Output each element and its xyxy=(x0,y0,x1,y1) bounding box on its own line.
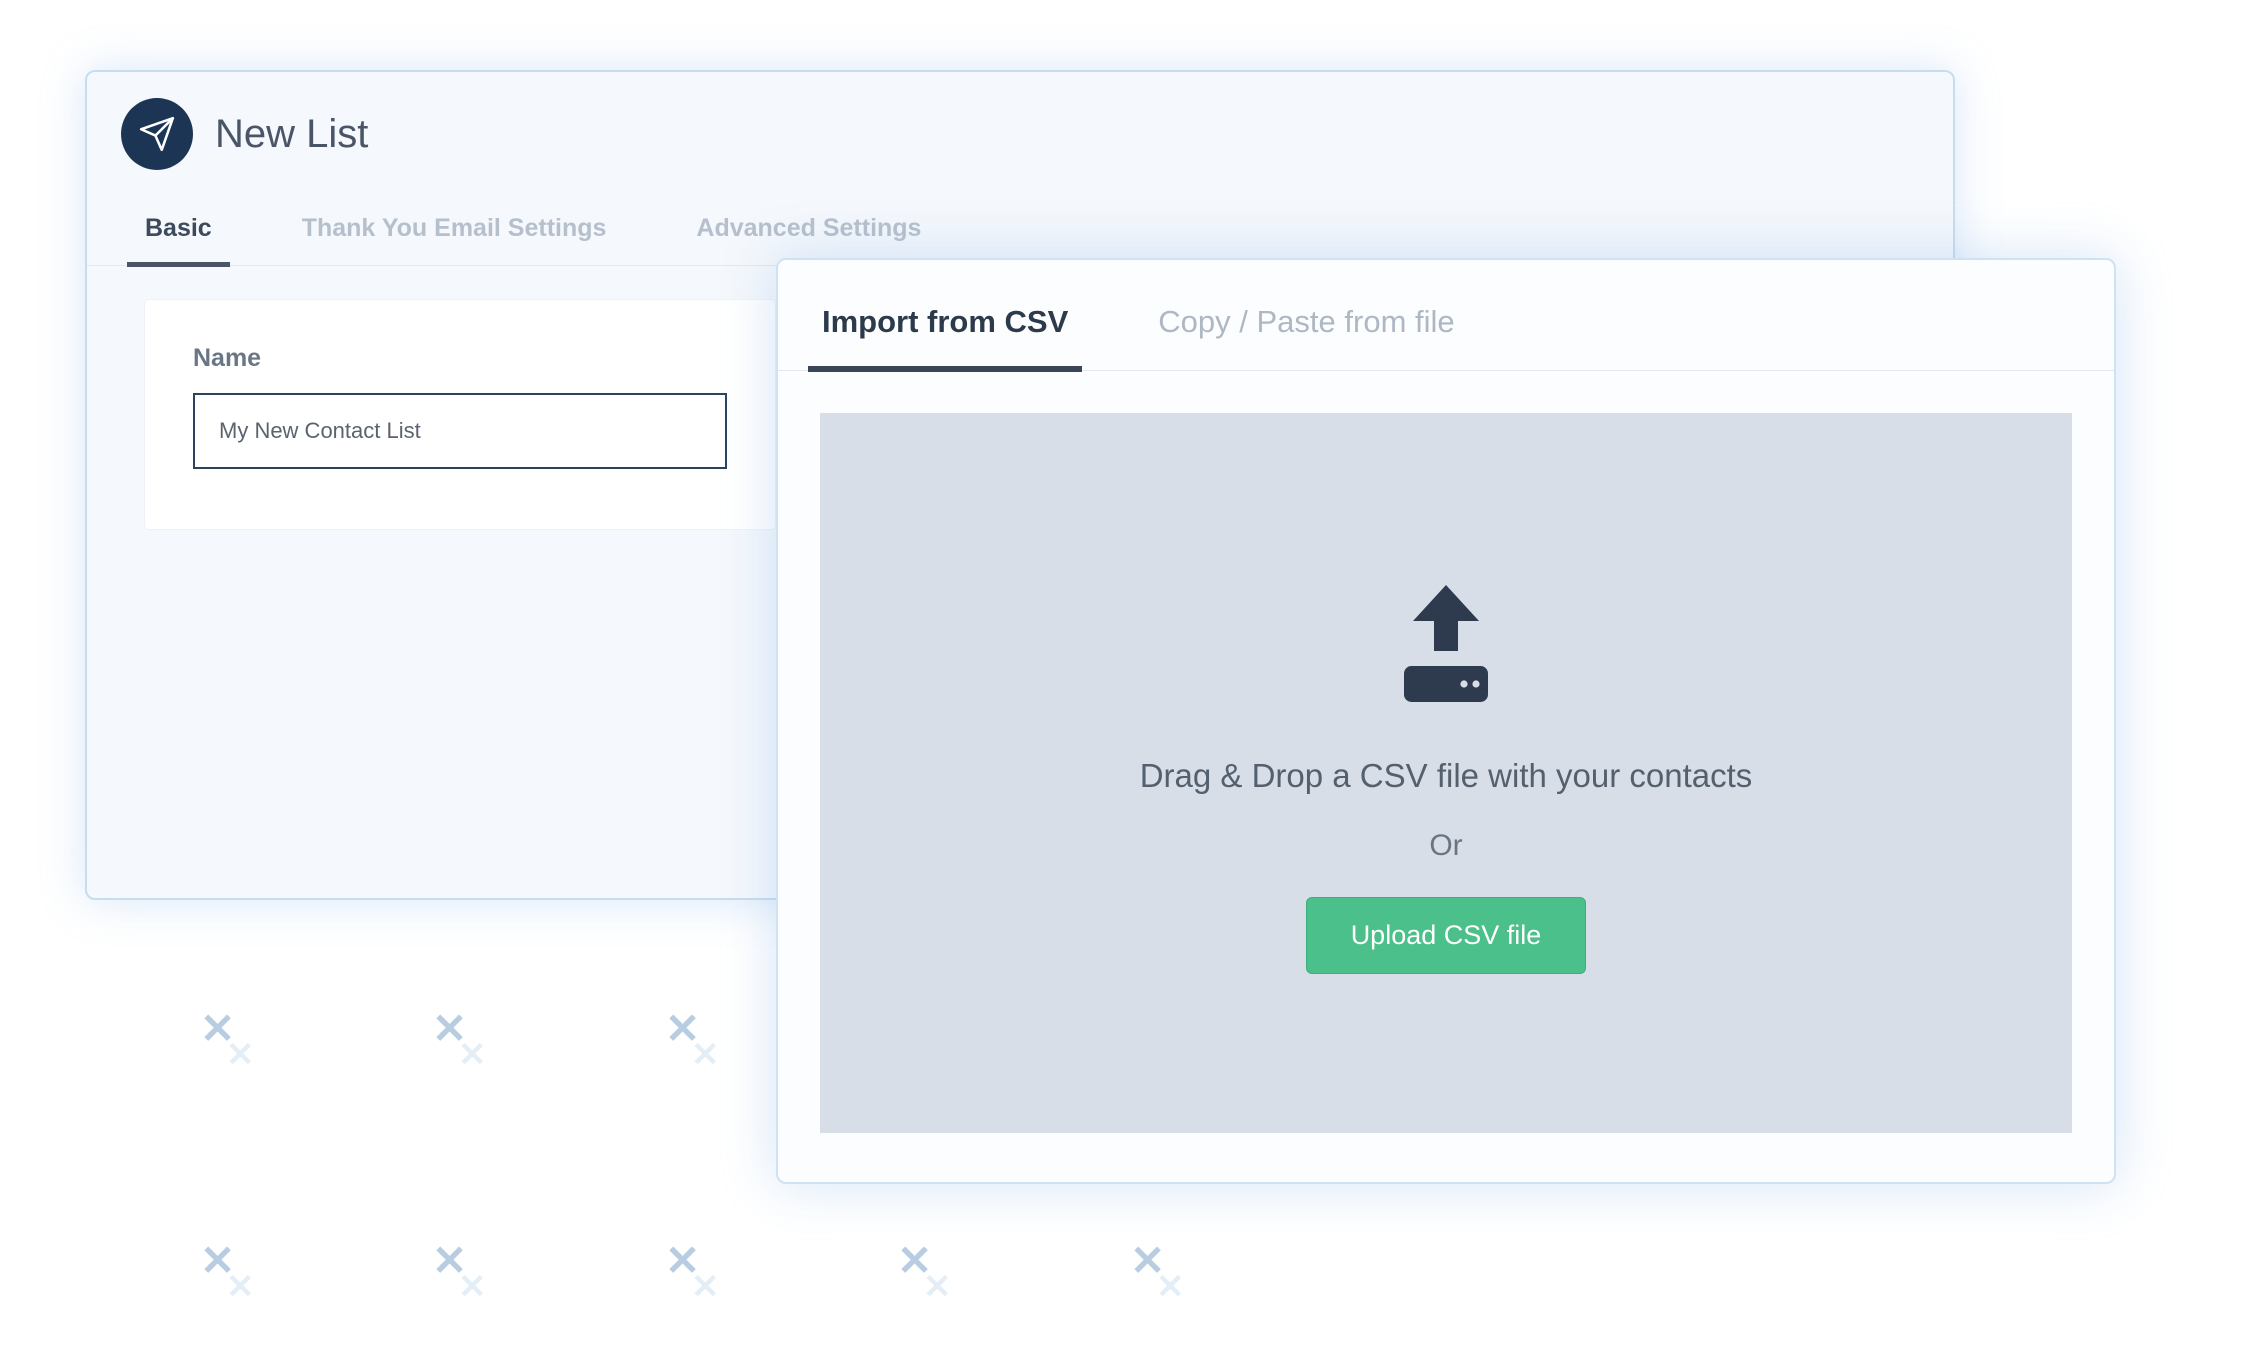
page-title: New List xyxy=(215,112,368,157)
new-list-header: New List xyxy=(87,72,1953,192)
new-list-tabs: Basic Thank You Email Settings Advanced … xyxy=(87,192,1953,266)
basic-form-panel: Name xyxy=(145,300,775,529)
upload-csv-button[interactable]: Upload CSV file xyxy=(1306,897,1587,974)
dropzone-primary-text: Drag & Drop a CSV file with your contact… xyxy=(1140,757,1753,795)
csv-dropzone[interactable]: Drag & Drop a CSV file with your contact… xyxy=(820,413,2072,1133)
import-tabs: Import from CSV Copy / Paste from file xyxy=(778,260,2114,371)
tab-advanced[interactable]: Advanced Settings xyxy=(696,192,921,265)
name-label: Name xyxy=(193,344,727,373)
tab-thank-you[interactable]: Thank You Email Settings xyxy=(302,192,607,265)
paper-plane-icon xyxy=(121,98,193,170)
name-input[interactable] xyxy=(193,393,727,469)
tab-basic[interactable]: Basic xyxy=(145,192,212,265)
tab-import-csv[interactable]: Import from CSV xyxy=(822,304,1068,370)
tab-copy-paste[interactable]: Copy / Paste from file xyxy=(1158,304,1454,370)
upload-icon xyxy=(1371,573,1521,723)
import-card: Import from CSV Copy / Paste from file D… xyxy=(776,258,2116,1184)
dropzone-or-text: Or xyxy=(1429,829,1462,863)
